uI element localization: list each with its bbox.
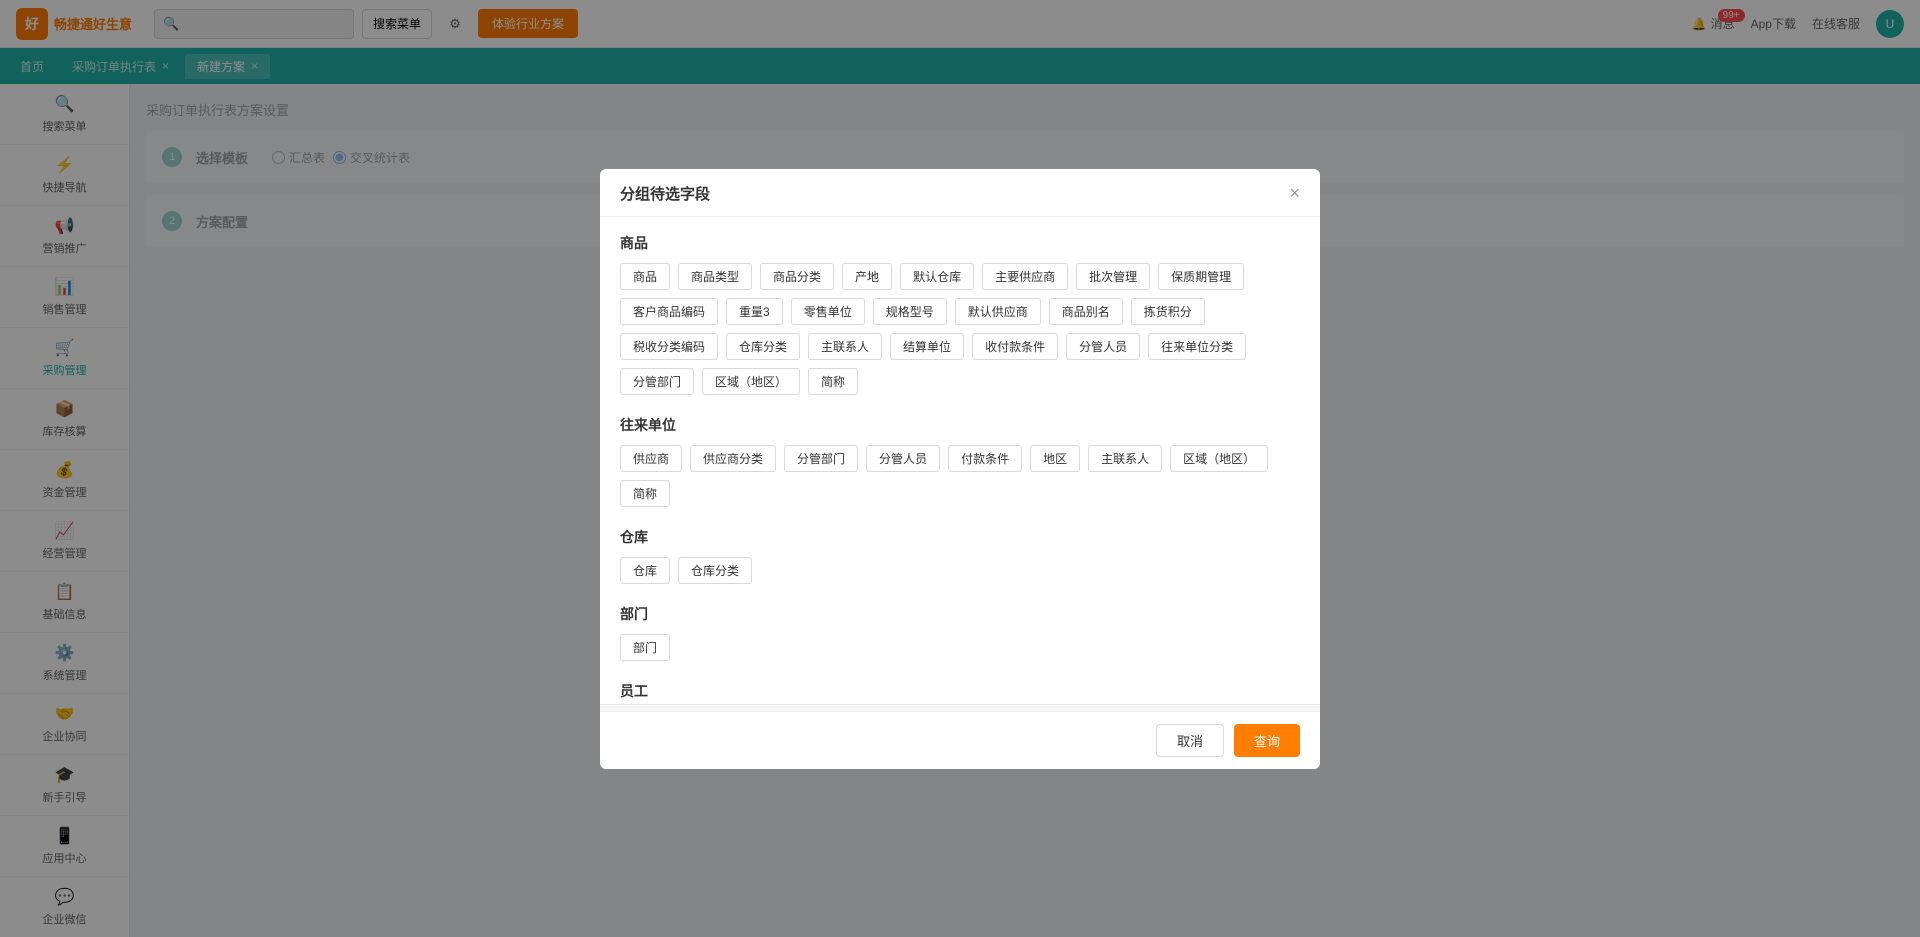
modal: 分组待选字段 × 商品 商品 商品类型 商品分类 产地 默认仓库 bbox=[600, 169, 1320, 769]
category-warehouse: 仓库 仓库 仓库分类 bbox=[620, 527, 1300, 584]
modal-title: 分组待选字段 bbox=[620, 183, 710, 204]
confirm-button[interactable]: 查询 bbox=[1234, 724, 1300, 757]
field-tag[interactable]: 往来单位分类 bbox=[1148, 333, 1246, 360]
field-tag[interactable]: 分管部门 bbox=[620, 368, 694, 395]
field-tag[interactable]: 简称 bbox=[620, 480, 670, 507]
field-tag[interactable]: 区域（地区） bbox=[702, 368, 800, 395]
field-tag[interactable]: 分管人员 bbox=[1066, 333, 1140, 360]
field-tag[interactable]: 仓库 bbox=[620, 557, 670, 584]
category-warehouse-title: 仓库 bbox=[620, 527, 1300, 547]
category-goods-title: 商品 bbox=[620, 233, 1300, 253]
field-tag[interactable]: 商品分类 bbox=[760, 263, 834, 290]
main-layout: 🔍 搜索菜单 ⚡ 快捷导航 📢 营销推广 📊 销售管理 🛒 采购管理 📦 库存核… bbox=[0, 84, 1920, 937]
field-tag[interactable]: 税收分类编码 bbox=[620, 333, 718, 360]
modal-close-button[interactable]: × bbox=[1289, 183, 1300, 204]
category-department-title: 部门 bbox=[620, 604, 1300, 624]
field-tag[interactable]: 简称 bbox=[808, 368, 858, 395]
content-area: 采购订单执行表方案设置 1 选择模板 汇总表 交叉统计表 bbox=[130, 84, 1920, 937]
field-tag[interactable]: 供应商 bbox=[620, 445, 682, 472]
field-tag[interactable]: 主要供应商 bbox=[982, 263, 1068, 290]
field-tag[interactable]: 客户商品编码 bbox=[620, 298, 718, 325]
category-department: 部门 部门 bbox=[620, 604, 1300, 661]
field-tag[interactable]: 供应商分类 bbox=[690, 445, 776, 472]
field-tag[interactable]: 部门 bbox=[620, 634, 670, 661]
field-tag[interactable]: 保质期管理 bbox=[1158, 263, 1244, 290]
field-tag[interactable]: 付款条件 bbox=[948, 445, 1022, 472]
field-tag[interactable]: 主联系人 bbox=[1088, 445, 1162, 472]
field-tag[interactable]: 收付款条件 bbox=[972, 333, 1058, 360]
field-tag[interactable]: 规格型号 bbox=[873, 298, 947, 325]
category-goods: 商品 商品 商品类型 商品分类 产地 默认仓库 主要供应商 批次管理 保质期管理… bbox=[620, 233, 1300, 395]
warehouse-field-tags: 仓库 仓库分类 bbox=[620, 557, 1300, 584]
partner-field-tags: 供应商 供应商分类 分管部门 分管人员 付款条件 地区 主联系人 区域（地区） … bbox=[620, 445, 1300, 507]
modal-body: 商品 商品 商品类型 商品分类 产地 默认仓库 主要供应商 批次管理 保质期管理… bbox=[600, 217, 1320, 705]
modal-header: 分组待选字段 × bbox=[600, 169, 1320, 217]
field-tag[interactable]: 仓库分类 bbox=[726, 333, 800, 360]
goods-field-tags: 商品 商品类型 商品分类 产地 默认仓库 主要供应商 批次管理 保质期管理 客户… bbox=[620, 263, 1300, 395]
field-tag[interactable]: 产地 bbox=[842, 263, 892, 290]
category-employee: 员工 业务员 bbox=[620, 681, 1300, 705]
field-tag[interactable]: 结算单位 bbox=[890, 333, 964, 360]
modal-hscroll[interactable] bbox=[600, 704, 1320, 710]
field-tag[interactable]: 拣货积分 bbox=[1131, 298, 1205, 325]
field-tag[interactable]: 商品类型 bbox=[678, 263, 752, 290]
category-partner: 往来单位 供应商 供应商分类 分管部门 分管人员 付款条件 地区 主联系人 区域… bbox=[620, 415, 1300, 507]
field-tag[interactable]: 批次管理 bbox=[1076, 263, 1150, 290]
field-tag[interactable]: 区域（地区） bbox=[1170, 445, 1268, 472]
category-employee-title: 员工 bbox=[620, 681, 1300, 701]
field-tag[interactable]: 默认供应商 bbox=[955, 298, 1041, 325]
modal-footer: 取消 查询 bbox=[600, 711, 1320, 769]
field-tag[interactable]: 默认仓库 bbox=[900, 263, 974, 290]
department-field-tags: 部门 bbox=[620, 634, 1300, 661]
field-tag[interactable]: 仓库分类 bbox=[678, 557, 752, 584]
field-tag[interactable]: 主联系人 bbox=[808, 333, 882, 360]
field-tag[interactable]: 地区 bbox=[1030, 445, 1080, 472]
field-tag[interactable]: 商品 bbox=[620, 263, 670, 290]
field-tag[interactable]: 分管人员 bbox=[866, 445, 940, 472]
field-tag[interactable]: 分管部门 bbox=[784, 445, 858, 472]
field-tag[interactable]: 重量3 bbox=[726, 298, 783, 325]
field-tag[interactable]: 零售单位 bbox=[791, 298, 865, 325]
category-partner-title: 往来单位 bbox=[620, 415, 1300, 435]
cancel-button[interactable]: 取消 bbox=[1156, 724, 1224, 757]
modal-overlay: 分组待选字段 × 商品 商品 商品类型 商品分类 产地 默认仓库 bbox=[130, 84, 1920, 937]
field-tag[interactable]: 商品别名 bbox=[1049, 298, 1123, 325]
